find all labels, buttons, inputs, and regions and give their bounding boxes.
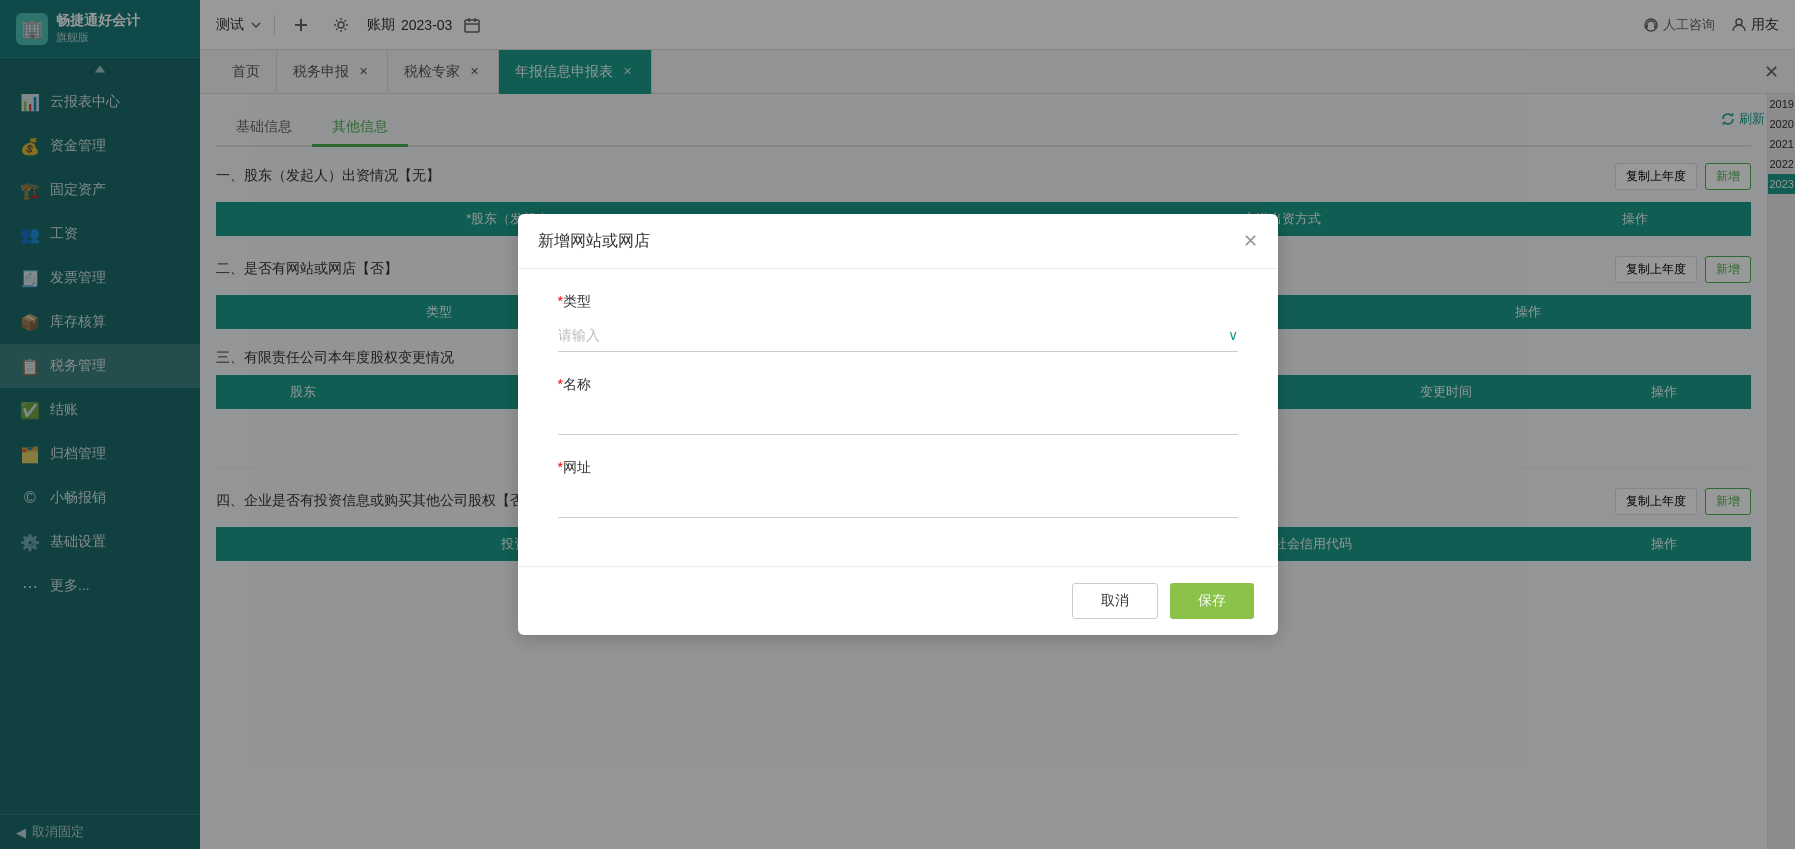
modal-title: 新增网站或网店 (538, 231, 650, 252)
type-input[interactable] (558, 323, 1228, 347)
save-button[interactable]: 保存 (1170, 583, 1254, 619)
modal-overlay: 新增网站或网店 ✕ *类型 ∨ *名称 (0, 0, 1795, 849)
name-label: 名称 (563, 376, 591, 392)
name-input-wrapper (558, 406, 1238, 435)
type-input-wrapper: ∨ (558, 323, 1238, 352)
name-input[interactable] (558, 406, 1238, 430)
modal-footer: 取消 保存 (518, 566, 1278, 635)
url-input[interactable] (558, 489, 1238, 513)
type-dropdown-icon[interactable]: ∨ (1228, 327, 1238, 343)
form-row-url: *网址 (558, 459, 1238, 518)
type-label: 类型 (563, 293, 591, 309)
modal-add-website: 新增网站或网店 ✕ *类型 ∨ *名称 (518, 214, 1278, 635)
modal-close-btn[interactable]: ✕ (1243, 230, 1258, 252)
cancel-button[interactable]: 取消 (1072, 583, 1158, 619)
modal-body: *类型 ∨ *名称 *网址 (518, 269, 1278, 566)
form-row-type: *类型 ∨ (558, 293, 1238, 352)
form-row-name: *名称 (558, 376, 1238, 435)
url-input-wrapper (558, 489, 1238, 518)
url-label: 网址 (563, 459, 591, 475)
modal-header: 新增网站或网店 ✕ (518, 214, 1278, 269)
